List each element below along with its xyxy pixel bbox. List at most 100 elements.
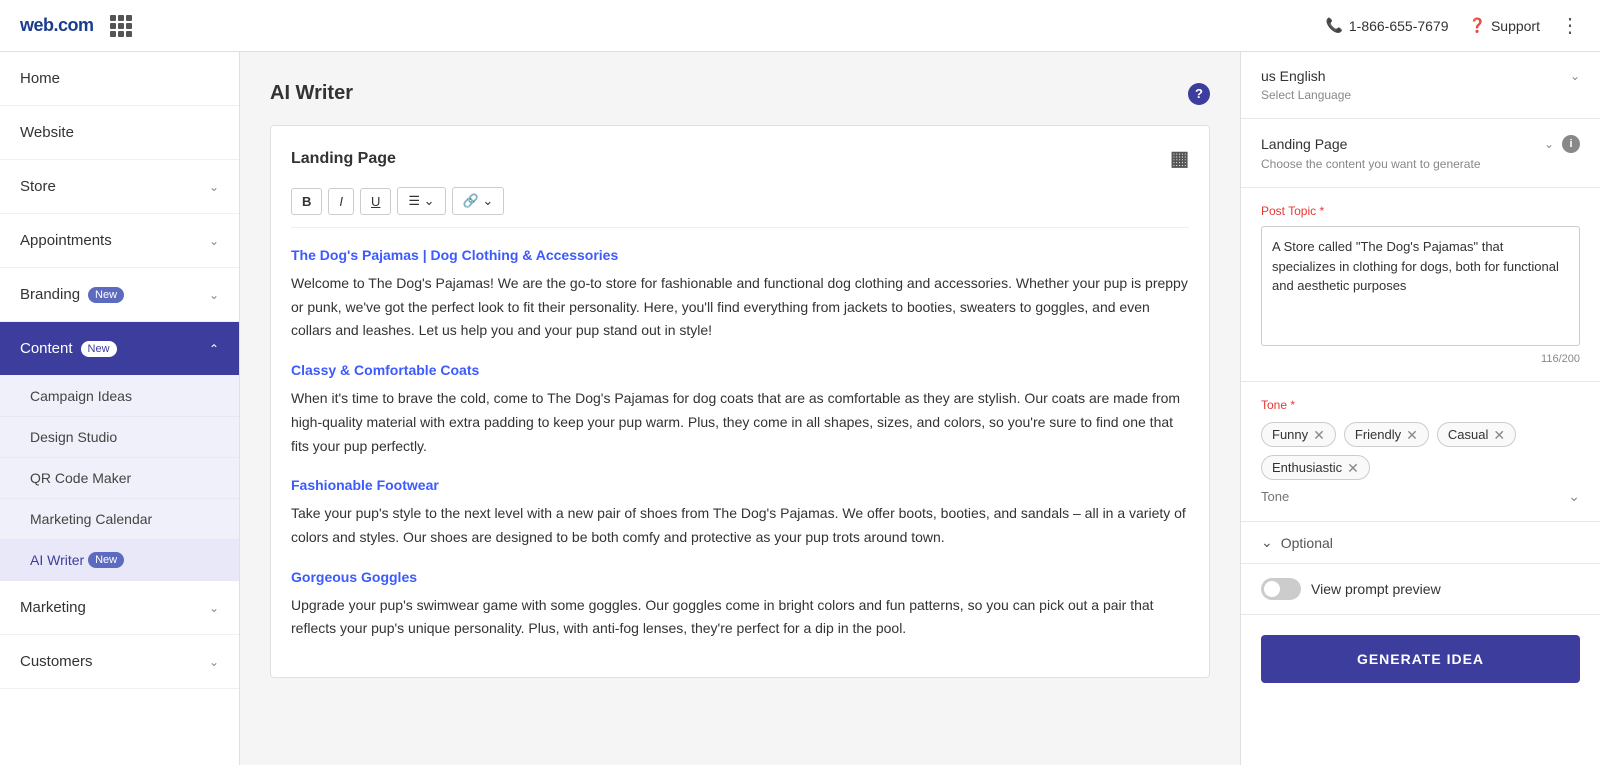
- branding-badge: New: [88, 287, 124, 303]
- ai-writer-label: AI Writer: [30, 552, 84, 568]
- nav-left: web.com: [20, 15, 132, 37]
- optional-section[interactable]: ⌄ Optional: [1241, 522, 1600, 564]
- tone-tag-funny: Funny ✕: [1261, 422, 1336, 447]
- content-type-section: Landing Page ⌄ i Choose the content you …: [1241, 119, 1600, 188]
- sidebar-item-campaign-ideas[interactable]: Campaign Ideas: [0, 376, 239, 417]
- italic-button[interactable]: I: [328, 188, 354, 215]
- tone-funny-label: Funny: [1272, 427, 1308, 442]
- sidebar-item-qr-code-maker[interactable]: QR Code Maker: [0, 458, 239, 499]
- sidebar-home-label: Home: [20, 70, 60, 87]
- section-2-heading: Classy & Comfortable Coats: [291, 359, 1189, 383]
- tone-casual-label: Casual: [1448, 427, 1488, 442]
- sidebar-item-marketing[interactable]: Marketing ⌄: [0, 581, 239, 635]
- topic-label: Post Topic *: [1261, 204, 1580, 218]
- language-value: us English: [1261, 68, 1326, 84]
- tone-tags: Funny ✕ Friendly ✕ Casual ✕ Enthusiastic…: [1261, 422, 1580, 480]
- chevron-down-icon: ⌄: [209, 234, 219, 248]
- section-4-body: Upgrade your pup's swimwear game with so…: [291, 594, 1189, 642]
- prompt-preview-label: View prompt preview: [1311, 581, 1441, 597]
- info-icon[interactable]: i: [1562, 135, 1580, 153]
- tone-enthusiastic-remove[interactable]: ✕: [1347, 461, 1359, 475]
- tone-input[interactable]: [1261, 489, 1341, 504]
- sidebar-sub-menu: Campaign Ideas Design Studio QR Code Mak…: [0, 376, 239, 581]
- sidebar-customers-label: Customers: [20, 653, 93, 670]
- ai-writer-badge: New: [88, 552, 124, 568]
- section-3-heading: Fashionable Footwear: [291, 474, 1189, 498]
- language-dropdown-icon[interactable]: ⌄: [1570, 69, 1580, 83]
- underline-button[interactable]: U: [360, 188, 391, 215]
- link-button[interactable]: 🔗 ⌄: [452, 187, 505, 215]
- section-1-heading: The Dog's Pajamas | Dog Clothing & Acces…: [291, 244, 1189, 268]
- sidebar-item-content[interactable]: Content New ⌃: [0, 322, 239, 376]
- list-button[interactable]: ☰ ⌄: [397, 187, 445, 215]
- sidebar: Home Website Store ⌄ Appointments ⌄ Bran…: [0, 52, 240, 765]
- topic-section: Post Topic * A Store called "The Dog's P…: [1241, 188, 1600, 382]
- language-section: us English ⌄ Select Language: [1241, 52, 1600, 119]
- section-2-body: When it's time to brave the cold, come t…: [291, 387, 1189, 458]
- sidebar-item-store[interactable]: Store ⌄: [0, 160, 239, 214]
- top-nav: web.com 📞 1-866-655-7679 ❓ Support ⋮: [0, 0, 1600, 52]
- grid-menu-icon[interactable]: [110, 15, 132, 37]
- language-label: Select Language: [1261, 88, 1580, 102]
- phone-icon: 📞: [1325, 17, 1342, 34]
- tone-friendly-label: Friendly: [1355, 427, 1401, 442]
- chevron-down-icon: ⌄: [209, 288, 219, 302]
- section-3-body: Take your pup's style to the next level …: [291, 502, 1189, 550]
- editor-header: Landing Page ▦: [291, 146, 1189, 171]
- sidebar-item-marketing-calendar[interactable]: Marketing Calendar: [0, 499, 239, 540]
- toggle-knob: [1264, 581, 1280, 597]
- editor-panel: Landing Page ▦ B I U ☰ ⌄ 🔗 ⌄ The Dog's P…: [270, 125, 1210, 678]
- optional-label: Optional: [1281, 535, 1333, 551]
- topic-textarea[interactable]: A Store called "The Dog's Pajamas" that …: [1261, 226, 1580, 346]
- sidebar-marketing-label: Marketing: [20, 599, 86, 616]
- sidebar-branding-label: Branding: [20, 286, 80, 303]
- sidebar-item-ai-writer[interactable]: AI Writer New: [0, 540, 239, 581]
- prompt-preview-section: View prompt preview: [1241, 564, 1600, 615]
- page-title: AI Writer: [270, 82, 353, 105]
- sidebar-website-label: Website: [20, 124, 74, 141]
- page-title-row: AI Writer ?: [270, 82, 1210, 105]
- tone-funny-remove[interactable]: ✕: [1313, 428, 1325, 442]
- chevron-down-icon: ⌄: [209, 180, 219, 194]
- tone-friendly-remove[interactable]: ✕: [1406, 428, 1418, 442]
- campaign-ideas-label: Campaign Ideas: [30, 388, 132, 404]
- support-icon: ❓: [1469, 17, 1486, 34]
- right-panel: us English ⌄ Select Language Landing Pag…: [1240, 52, 1600, 765]
- content-type-dropdown-icon[interactable]: ⌄: [1544, 137, 1554, 151]
- generate-idea-button[interactable]: GENERATE IDEA: [1261, 635, 1580, 683]
- sidebar-item-appointments[interactable]: Appointments ⌄: [0, 214, 239, 268]
- tone-casual-remove[interactable]: ✕: [1493, 428, 1505, 442]
- support-button[interactable]: ❓ Support: [1469, 17, 1540, 34]
- tone-tag-friendly: Friendly ✕: [1344, 422, 1429, 447]
- tone-dropdown-icon[interactable]: ⌄: [1568, 488, 1580, 505]
- content-area: AI Writer ? Landing Page ▦ B I U ☰ ⌄ 🔗 ⌄…: [240, 52, 1240, 765]
- chevron-up-icon: ⌃: [209, 342, 219, 356]
- sidebar-appointments-label: Appointments: [20, 232, 112, 249]
- copy-icon[interactable]: ▦: [1170, 146, 1189, 171]
- tone-tag-enthusiastic: Enthusiastic ✕: [1261, 455, 1370, 480]
- content-type-value: Landing Page: [1261, 136, 1347, 152]
- phone-row: 📞 1-866-655-7679: [1325, 17, 1448, 34]
- marketing-calendar-label: Marketing Calendar: [30, 511, 152, 527]
- content-type-label: Choose the content you want to generate: [1261, 157, 1580, 171]
- help-icon[interactable]: ?: [1188, 83, 1210, 105]
- sidebar-item-home[interactable]: Home: [0, 52, 239, 106]
- support-label: Support: [1491, 18, 1540, 34]
- more-menu-icon[interactable]: ⋮: [1560, 13, 1580, 38]
- optional-chevron-icon: ⌄: [1261, 534, 1273, 551]
- char-count: 116/200: [1261, 353, 1580, 365]
- main-layout: Home Website Store ⌄ Appointments ⌄ Bran…: [0, 52, 1600, 765]
- bold-button[interactable]: B: [291, 188, 322, 215]
- prompt-toggle[interactable]: [1261, 578, 1301, 600]
- sidebar-item-customers[interactable]: Customers ⌄: [0, 635, 239, 689]
- sidebar-item-design-studio[interactable]: Design Studio: [0, 417, 239, 458]
- sidebar-item-branding[interactable]: Branding New ⌄: [0, 268, 239, 322]
- content-badge: New: [81, 341, 117, 357]
- tone-label: Tone *: [1261, 398, 1580, 412]
- chevron-down-icon: ⌄: [209, 655, 219, 669]
- logo: web.com: [20, 15, 94, 36]
- chevron-down-icon: ⌄: [209, 601, 219, 615]
- tone-enthusiastic-label: Enthusiastic: [1272, 460, 1342, 475]
- editor-title: Landing Page: [291, 150, 396, 168]
- sidebar-item-website[interactable]: Website: [0, 106, 239, 160]
